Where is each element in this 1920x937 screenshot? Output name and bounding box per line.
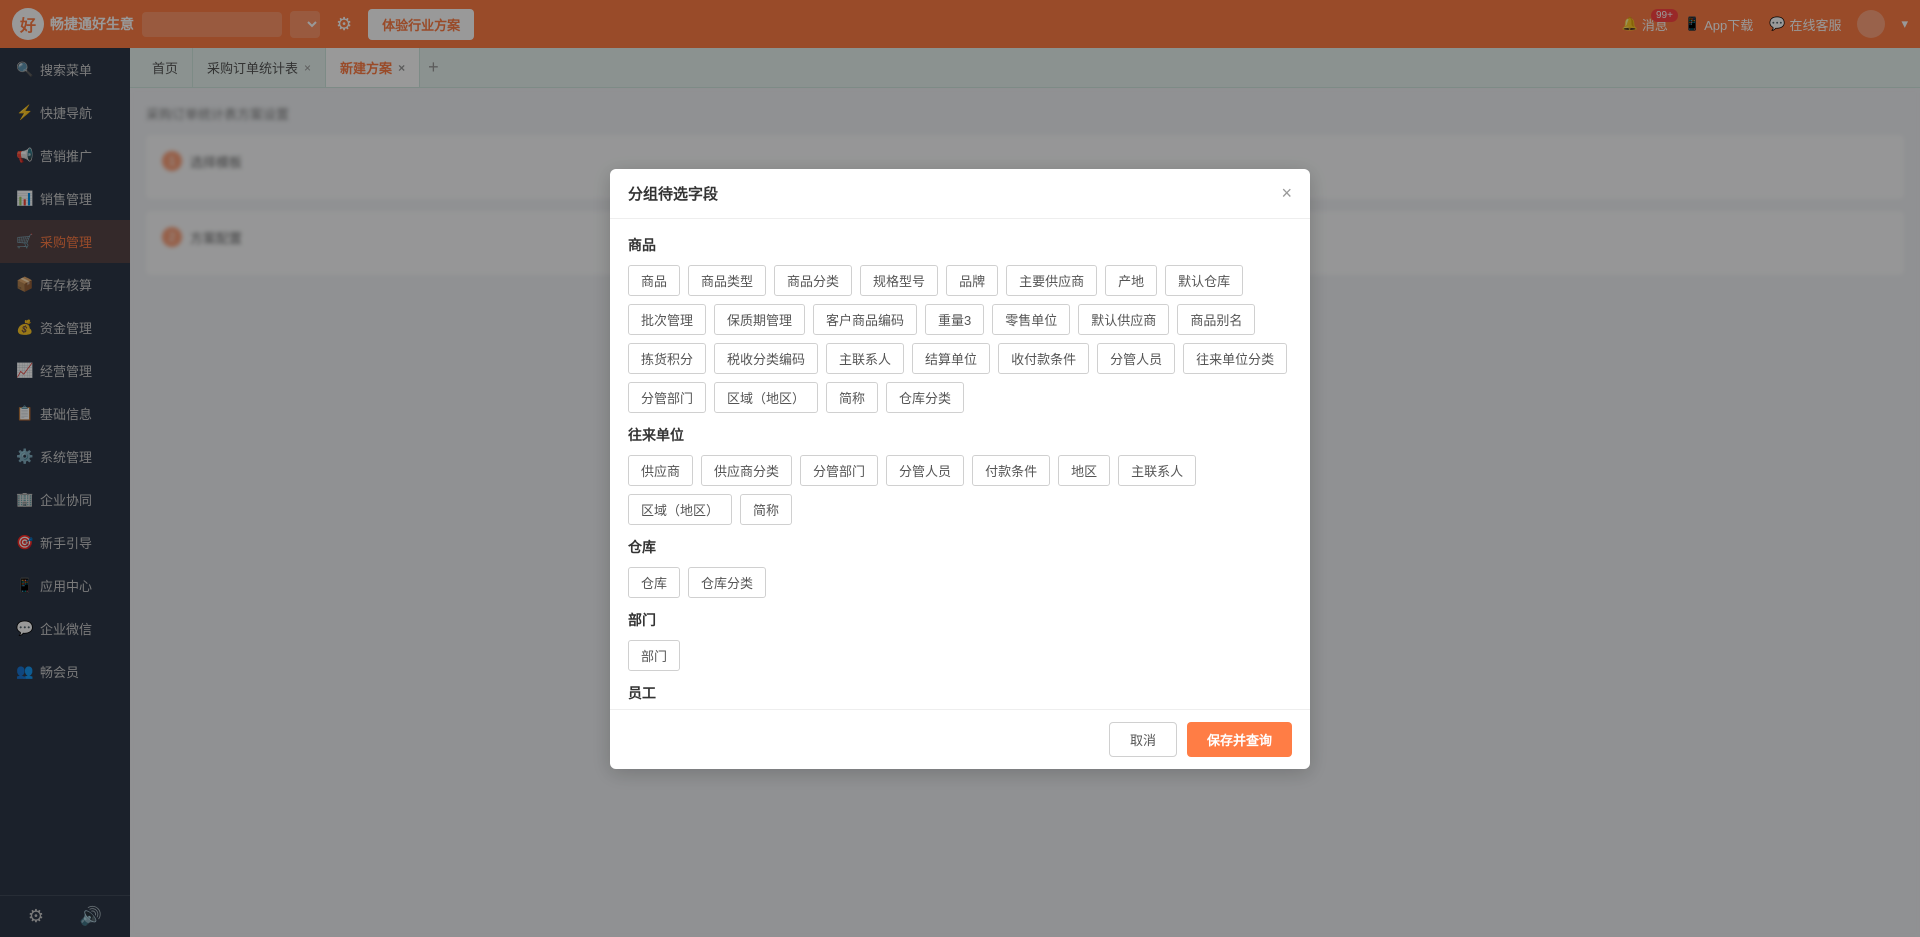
modal-close-button[interactable]: × [1281,183,1292,204]
field-tag-仓库分类[interactable]: 仓库分类 [688,567,766,598]
field-tag-区域（地区）[interactable]: 区域（地区） [628,494,732,525]
field-tag-结算单位[interactable]: 结算单位 [912,343,990,374]
section-title-staff: 员工 [628,683,1292,703]
field-tag-主要供应商[interactable]: 主要供应商 [1006,265,1097,296]
field-tag-简称[interactable]: 简称 [740,494,792,525]
field-tag-分管人员[interactable]: 分管人员 [886,455,964,486]
field-group-warehouse: 仓库仓库分类 [628,567,1292,598]
field-tag-商品别名[interactable]: 商品别名 [1177,304,1255,335]
modal-header: 分组待选字段 × [610,169,1310,219]
field-tag-拣货积分[interactable]: 拣货积分 [628,343,706,374]
field-tag-供应商分类[interactable]: 供应商分类 [701,455,792,486]
field-tag-主联系人[interactable]: 主联系人 [1118,455,1196,486]
field-tag-仓库分类[interactable]: 仓库分类 [886,382,964,413]
field-tag-收付款条件[interactable]: 收付款条件 [998,343,1089,374]
field-tag-保质期管理[interactable]: 保质期管理 [714,304,805,335]
modal-title: 分组待选字段 [628,183,718,204]
field-tag-主联系人[interactable]: 主联系人 [826,343,904,374]
field-tag-默认供应商[interactable]: 默认供应商 [1078,304,1169,335]
field-tag-部门[interactable]: 部门 [628,640,680,671]
field-tag-商品类型[interactable]: 商品类型 [688,265,766,296]
field-tag-默认仓库[interactable]: 默认仓库 [1165,265,1243,296]
field-tag-供应商[interactable]: 供应商 [628,455,693,486]
modal-overlay: 分组待选字段 × 商品商品商品类型商品分类规格型号品牌主要供应商产地默认仓库批次… [0,0,1920,937]
field-tag-分管人员[interactable]: 分管人员 [1097,343,1175,374]
field-group-products: 商品商品类型商品分类规格型号品牌主要供应商产地默认仓库批次管理保质期管理客户商品… [628,265,1292,413]
cancel-button[interactable]: 取消 [1109,722,1177,757]
field-tag-产地[interactable]: 产地 [1105,265,1157,296]
modal-dialog: 分组待选字段 × 商品商品商品类型商品分类规格型号品牌主要供应商产地默认仓库批次… [610,169,1310,769]
field-tag-付款条件[interactable]: 付款条件 [972,455,1050,486]
field-tag-重量3[interactable]: 重量3 [925,304,984,335]
confirm-button[interactable]: 保存并查询 [1187,722,1292,757]
section-title-counterparts: 往来单位 [628,425,1292,445]
field-tag-区域（地区）[interactable]: 区域（地区） [714,382,818,413]
modal-footer: 取消 保存并查询 [610,709,1310,769]
field-tag-税收分类编码[interactable]: 税收分类编码 [714,343,818,374]
field-group-department: 部门 [628,640,1292,671]
field-tag-商品[interactable]: 商品 [628,265,680,296]
field-tag-客户商品编码[interactable]: 客户商品编码 [813,304,917,335]
field-tag-商品分类[interactable]: 商品分类 [774,265,852,296]
field-tag-规格型号[interactable]: 规格型号 [860,265,938,296]
field-tag-分管部门[interactable]: 分管部门 [800,455,878,486]
field-tag-批次管理[interactable]: 批次管理 [628,304,706,335]
field-tag-分管部门[interactable]: 分管部门 [628,382,706,413]
field-tag-往来单位分类[interactable]: 往来单位分类 [1183,343,1287,374]
field-tag-地区[interactable]: 地区 [1058,455,1110,486]
section-title-department: 部门 [628,610,1292,630]
section-title-warehouse: 仓库 [628,537,1292,557]
field-tag-零售单位[interactable]: 零售单位 [992,304,1070,335]
field-tag-品牌[interactable]: 品牌 [946,265,998,296]
field-group-counterparts: 供应商供应商分类分管部门分管人员付款条件地区主联系人区域（地区） 简称 [628,455,1292,525]
section-title-products: 商品 [628,235,1292,255]
field-tag-简称[interactable]: 简称 [826,382,878,413]
modal-body[interactable]: 商品商品商品类型商品分类规格型号品牌主要供应商产地默认仓库批次管理保质期管理客户… [610,219,1310,709]
field-tag-仓库[interactable]: 仓库 [628,567,680,598]
